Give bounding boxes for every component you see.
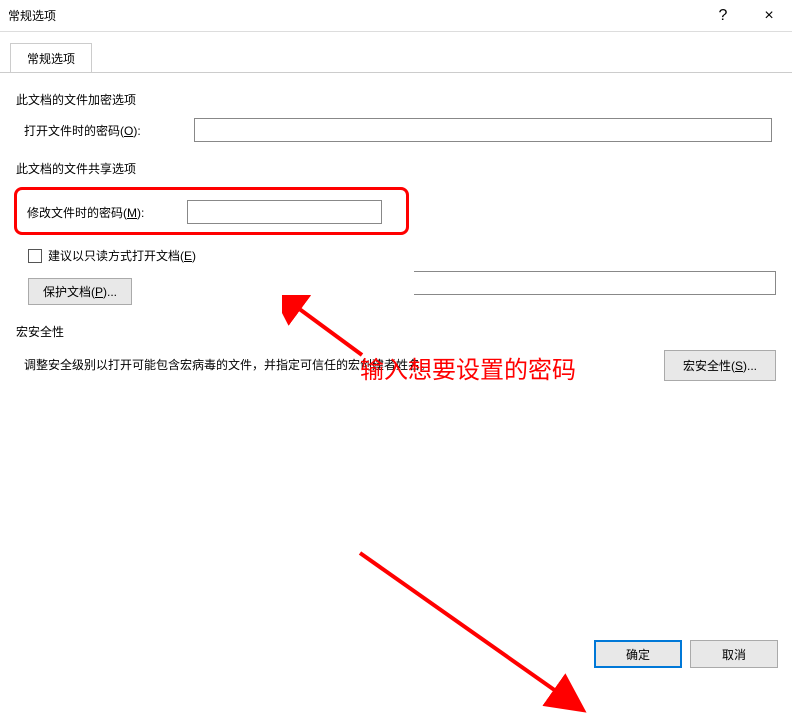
encryption-section-title: 此文档的文件加密选项 [16, 91, 776, 108]
macro-security-button[interactable]: 宏安全性(S)... [664, 350, 776, 381]
open-password-input[interactable] [194, 118, 772, 142]
protect-document-button[interactable]: 保护文档(P)... [28, 278, 132, 305]
modify-password-input-continuation[interactable] [414, 271, 776, 295]
readonly-checkbox[interactable] [28, 249, 42, 263]
readonly-row: 建议以只读方式打开文档(E) [16, 247, 776, 264]
modify-password-label: 修改文件时的密码(M): [17, 204, 187, 221]
help-button[interactable]: ? [700, 0, 746, 32]
window-title: 常规选项 [8, 7, 56, 24]
titlebar-controls: ? × [700, 0, 792, 32]
close-button[interactable]: × [746, 0, 792, 32]
tabstrip: 常规选项 [0, 32, 792, 72]
readonly-label: 建议以只读方式打开文档(E) [48, 247, 196, 264]
annotation-highlight-box: 修改文件时的密码(M): [14, 187, 409, 235]
cancel-button[interactable]: 取消 [690, 640, 778, 668]
annotation-text: 输入想要设置的密码 [360, 350, 576, 385]
open-password-label: 打开文件时的密码(O): [24, 122, 194, 139]
open-password-row: 打开文件时的密码(O): [16, 118, 776, 142]
dialog-content: 此文档的文件加密选项 打开文件时的密码(O): 此文档的文件共享选项 修改文件时… [0, 72, 792, 632]
macro-section-title: 宏安全性 [16, 323, 776, 340]
modify-password-input[interactable] [187, 200, 382, 224]
tab-general[interactable]: 常规选项 [10, 43, 92, 73]
dialog-footer: 确定 取消 [0, 627, 792, 681]
sharing-section-title: 此文档的文件共享选项 [16, 160, 776, 177]
ok-button[interactable]: 确定 [594, 640, 682, 668]
titlebar: 常规选项 ? × [0, 0, 792, 32]
